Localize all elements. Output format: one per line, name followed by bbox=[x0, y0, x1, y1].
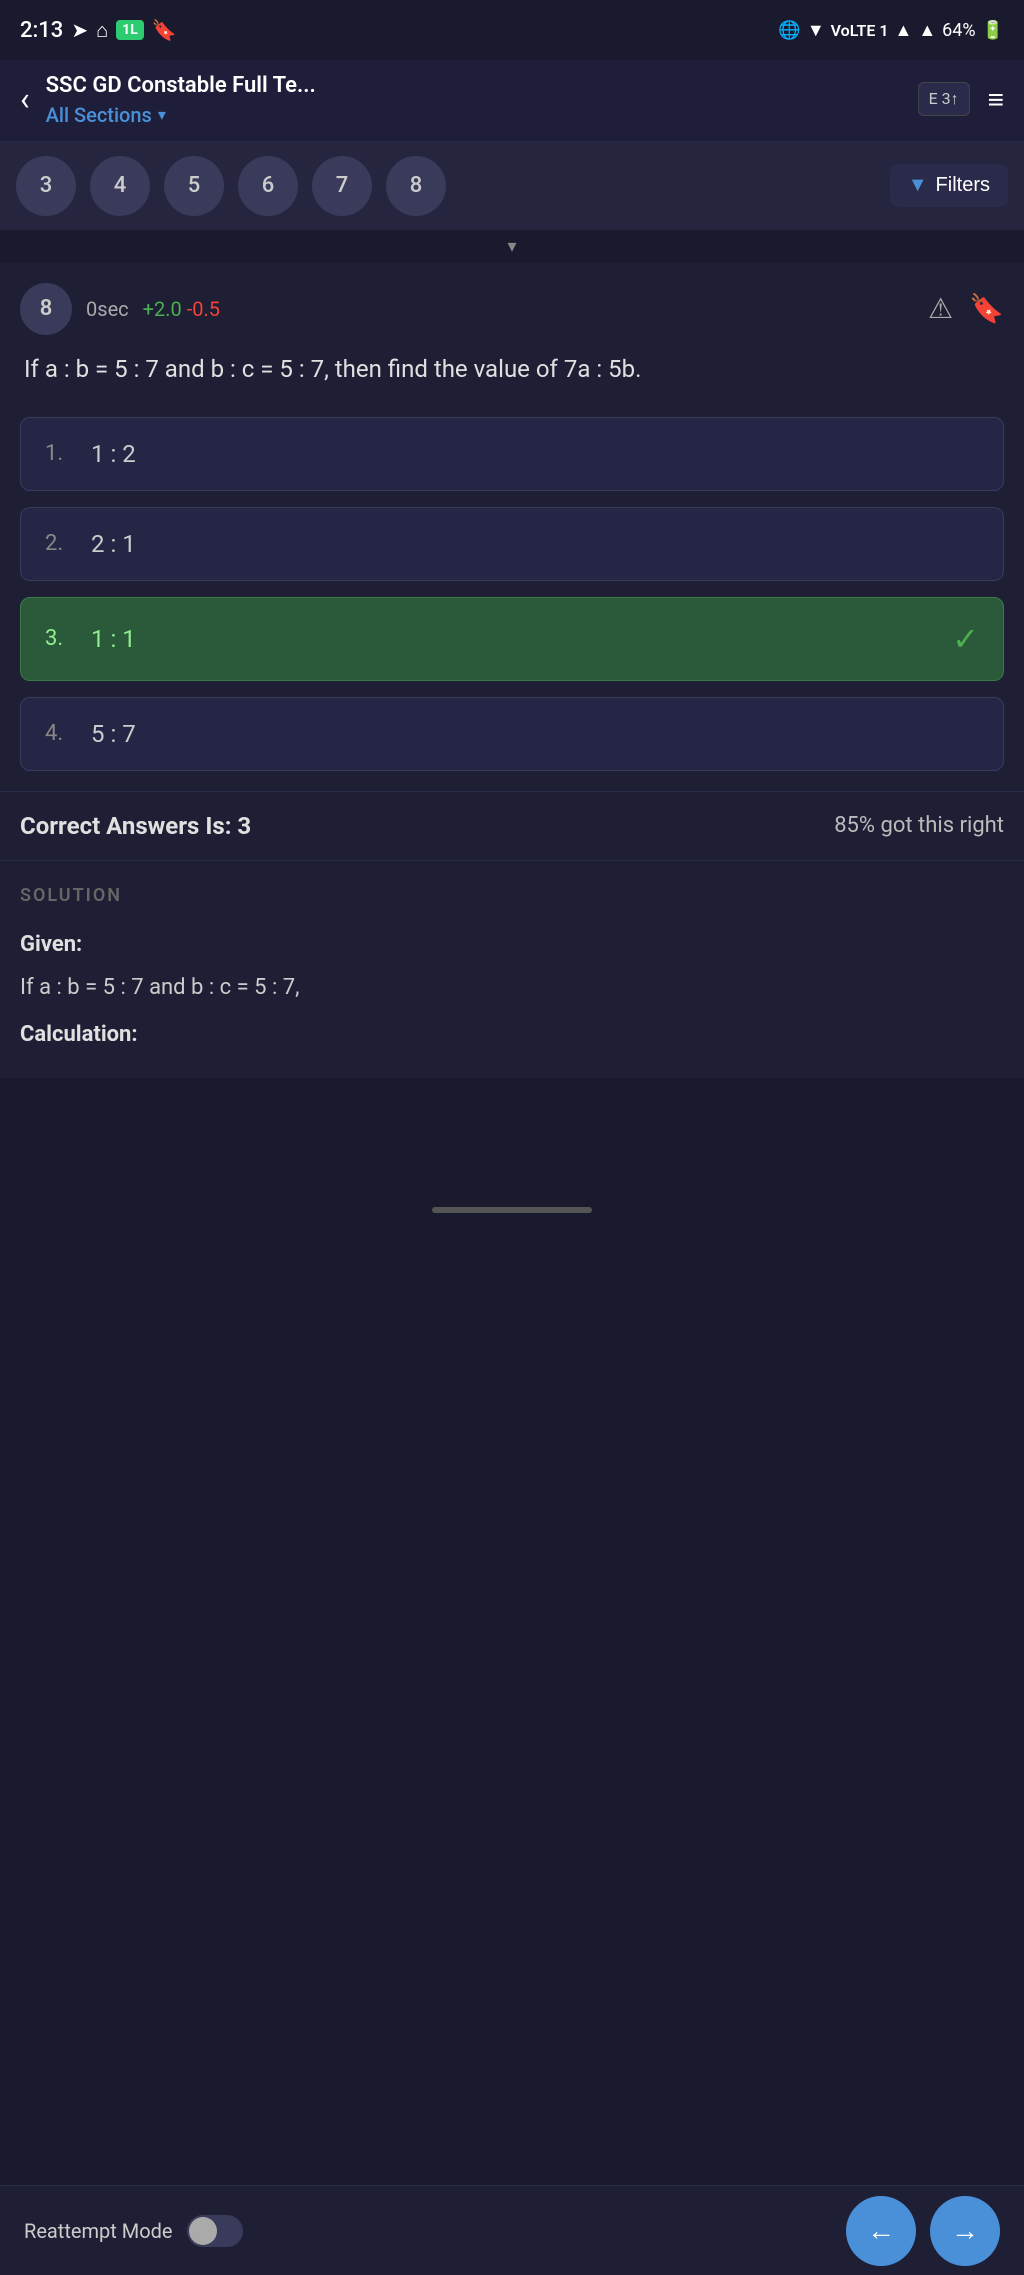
question-header: 8 0sec +2.0 -0.5 ⚠ 🔖 bbox=[20, 283, 1004, 335]
back-button[interactable]: ‹ bbox=[20, 83, 30, 115]
header-right: E 3↑ ≡ bbox=[918, 82, 1004, 116]
option-4[interactable]: 4. 5 : 7 bbox=[20, 697, 1004, 771]
time-label: 2:13 bbox=[20, 18, 63, 43]
correct-answer-row: Correct Answers Is: 3 85% got this right bbox=[0, 791, 1024, 860]
tabs-dropdown-arrow: ▾ bbox=[0, 230, 1024, 263]
question-tabs-bar: 3 4 5 6 7 8 ▼ Filters bbox=[0, 142, 1024, 230]
page-title: SSC GD Constable Full Te... bbox=[46, 72, 316, 101]
prev-arrow-icon: ← bbox=[867, 2215, 895, 2247]
report-icon[interactable]: ⚠ bbox=[928, 292, 953, 325]
filters-button[interactable]: ▼ Filters bbox=[890, 164, 1008, 207]
option-2[interactable]: 2. 2 : 1 bbox=[20, 507, 1004, 581]
question-text: If a : b = 5 : 7 and b : c = 5 : 7, then… bbox=[20, 351, 1004, 387]
given-label: Given: bbox=[20, 932, 82, 957]
tab-q6[interactable]: 6 bbox=[238, 156, 298, 216]
tab-q7[interactable]: 7 bbox=[312, 156, 372, 216]
solution-content: Given: If a : b = 5 : 7 and b : c = 5 : … bbox=[20, 926, 1004, 1054]
bottom-bar: Reattempt Mode ← → bbox=[0, 2185, 1024, 2275]
app-icon-green: 1L bbox=[116, 20, 144, 40]
battery-label: 64% bbox=[942, 20, 975, 41]
home-icon: ⌂ bbox=[96, 18, 108, 43]
navigation-icon: ➤ bbox=[71, 18, 88, 42]
tab-label-3: 3 bbox=[40, 173, 53, 198]
question-time: 0sec bbox=[86, 297, 129, 321]
option-3[interactable]: 3. 1 : 1 ✓ bbox=[20, 597, 1004, 681]
positive-marks: +2.0 bbox=[143, 297, 182, 321]
battery-icon: 🔋 bbox=[982, 20, 1004, 41]
next-button[interactable]: → bbox=[930, 2196, 1000, 2266]
header-title-area: SSC GD Constable Full Te... All Sections… bbox=[46, 72, 316, 127]
signal-icon2: ▲ bbox=[918, 20, 936, 41]
toggle-knob bbox=[189, 2217, 217, 2245]
reattempt-toggle[interactable] bbox=[187, 2215, 243, 2247]
options-list: 1. 1 : 2 2. 2 : 1 3. 1 : 1 ✓ 4. 5 : 7 bbox=[20, 417, 1004, 791]
lte-label: VoLTE 1 bbox=[831, 21, 889, 40]
option-1-number: 1. bbox=[45, 441, 75, 466]
status-bar: 2:13 ➤ ⌂ 1L 🔖 🌐 ▼ VoLTE 1 ▲ ▲ 64% 🔋 bbox=[0, 0, 1024, 60]
bookmark-question-icon[interactable]: 🔖 bbox=[969, 292, 1004, 325]
status-indicators: 🌐 ▼ VoLTE 1 ▲ ▲ 64% 🔋 bbox=[778, 20, 1004, 41]
tab-q4[interactable]: 4 bbox=[90, 156, 150, 216]
tab-label-5: 5 bbox=[188, 173, 201, 198]
section-selector[interactable]: All Sections ▾ bbox=[46, 103, 316, 127]
correct-answer-label: Correct Answers Is: 3 bbox=[20, 812, 251, 840]
filter-icon: ▼ bbox=[908, 174, 928, 197]
filters-label: Filters bbox=[936, 174, 990, 197]
reattempt-area: Reattempt Mode bbox=[24, 2215, 243, 2247]
tab-q8[interactable]: 8 bbox=[386, 156, 446, 216]
option-4-text: 5 : 7 bbox=[91, 720, 979, 748]
percentage-label: 85% got this right bbox=[834, 813, 1004, 838]
solution-section-label: SOLUTION bbox=[20, 885, 1004, 906]
tab-label-4: 4 bbox=[114, 173, 127, 198]
signal-icon1: ▲ bbox=[895, 20, 913, 41]
globe-icon: 🌐 bbox=[778, 20, 800, 41]
wifi-icon: ▼ bbox=[807, 20, 825, 41]
exam-icon-label: E 3↑ bbox=[929, 89, 959, 109]
app-header: ‹ SSC GD Constable Full Te... All Sectio… bbox=[0, 60, 1024, 142]
question-marks: +2.0 -0.5 bbox=[143, 297, 220, 321]
question-action-icons: ⚠ 🔖 bbox=[928, 292, 1004, 325]
chevron-down-icon: ▾ bbox=[158, 105, 166, 124]
option-3-number: 3. bbox=[45, 626, 75, 651]
correct-check-icon: ✓ bbox=[952, 620, 979, 658]
question-number-badge: 8 bbox=[20, 283, 72, 335]
tab-q5[interactable]: 5 bbox=[164, 156, 224, 216]
solution-section: SOLUTION Given: If a : b = 5 : 7 and b :… bbox=[0, 860, 1024, 1078]
option-2-number: 2. bbox=[45, 531, 75, 556]
calculation-label: Calculation: bbox=[20, 1022, 138, 1047]
home-indicator bbox=[0, 1198, 1024, 1228]
navigation-buttons: ← → bbox=[846, 2196, 1000, 2266]
next-arrow-icon: → bbox=[951, 2215, 979, 2247]
section-label: All Sections bbox=[46, 103, 152, 127]
negative-marks: -0.5 bbox=[187, 297, 220, 321]
question-section: 8 0sec +2.0 -0.5 ⚠ 🔖 If a : b = 5 : 7 an… bbox=[0, 263, 1024, 791]
given-text: If a : b = 5 : 7 and b : c = 5 : 7, bbox=[20, 969, 1004, 1006]
tab-label-8: 8 bbox=[410, 173, 423, 198]
option-1[interactable]: 1. 1 : 2 bbox=[20, 417, 1004, 491]
option-4-number: 4. bbox=[45, 721, 75, 746]
exam-mode-button[interactable]: E 3↑ bbox=[918, 82, 970, 116]
tab-label-7: 7 bbox=[336, 173, 349, 198]
option-2-text: 2 : 1 bbox=[91, 530, 979, 558]
home-indicator-bar bbox=[432, 1207, 592, 1213]
menu-button[interactable]: ≡ bbox=[988, 83, 1004, 116]
tab-label-6: 6 bbox=[262, 173, 275, 198]
option-3-text: 1 : 1 bbox=[91, 625, 936, 653]
status-time: 2:13 ➤ ⌂ 1L 🔖 bbox=[20, 18, 177, 43]
prev-button[interactable]: ← bbox=[846, 2196, 916, 2266]
bookmark-icon: 🔖 bbox=[152, 18, 177, 42]
option-1-text: 1 : 2 bbox=[91, 440, 979, 468]
tab-q3[interactable]: 3 bbox=[16, 156, 76, 216]
header-left: ‹ SSC GD Constable Full Te... All Sectio… bbox=[20, 72, 316, 127]
reattempt-label: Reattempt Mode bbox=[24, 2219, 173, 2243]
